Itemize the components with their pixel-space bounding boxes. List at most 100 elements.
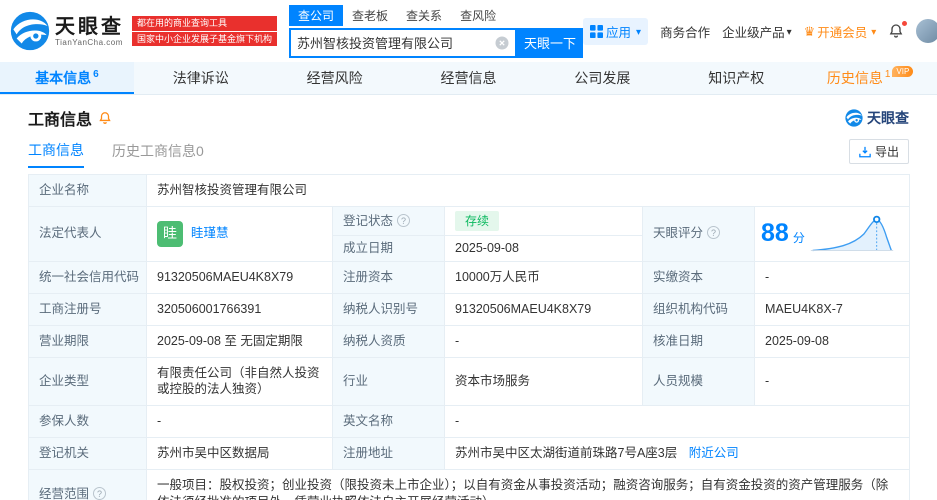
enterprise-products-link[interactable]: 企业级产品 [722, 22, 792, 41]
score-value: 88 分 [754, 205, 910, 262]
reg-capital-label: 注册资本 [332, 260, 445, 294]
search-input[interactable] [297, 35, 496, 50]
company-name-label: 企业名称 [28, 174, 147, 207]
staff-size-label: 人员规模 [642, 356, 755, 407]
vip-membership-link[interactable]: ♛ 开通会员 [804, 22, 877, 41]
table-row-scope: 经营范围 一般项目：股权投资；创业投资（限投资未上市企业）；以自有资金从事投资活… [28, 469, 910, 500]
tab-history-info[interactable]: 历史信息 1 VIP [803, 62, 937, 94]
user-avatar [916, 19, 937, 43]
tab-history-info-count: 1 [884, 68, 891, 80]
logo-title: 天眼查 [55, 15, 124, 38]
tax-qual-label: 纳税人资质 [332, 324, 445, 358]
search-tab-boss[interactable]: 查老板 [343, 5, 397, 26]
tax-id-value: 91320506MAEU4K8X79 [444, 292, 643, 326]
table-row-term: 营业期限 2025-09-08 至 无固定期限 纳税人资质 - 核准日期 202… [28, 324, 910, 358]
english-name-label: 英文名称 [332, 405, 445, 439]
tab-basic-info-count: 6 [93, 68, 99, 80]
legal-rep-link[interactable]: 眭瑾慧 [191, 225, 229, 242]
search-area: 查公司 查老板 查关系 查风险 天眼一下 [289, 4, 584, 58]
tab-company-development-label: 公司发展 [574, 70, 631, 86]
tab-legal-proceedings-label: 法律诉讼 [172, 70, 229, 86]
tab-operational-risk[interactable]: 经营风险 [268, 62, 402, 94]
tab-basic-info[interactable]: 基本信息 6 [0, 62, 134, 94]
chevron-down-icon [785, 24, 792, 38]
establish-date-value: 2025-09-08 [444, 235, 643, 262]
notifications-bell-icon[interactable] [888, 20, 909, 39]
table-row-insured: 参保人数 - 英文名称 - [28, 405, 910, 439]
paid-capital-label: 实缴资本 [642, 260, 755, 294]
tab-business-info[interactable]: 经营信息 [402, 62, 536, 94]
chevron-down-icon [869, 24, 876, 38]
score-distribution-chart [810, 215, 893, 252]
tab-business-info-label: 经营信息 [440, 70, 497, 86]
company-type-value: 有限责任公司（非自然人投资或控股的法人独资） [146, 356, 333, 407]
subtab-history-label: 历史工商信息 [112, 143, 196, 159]
uscc-value: 91320506MAEU4K8X79 [146, 260, 333, 294]
tab-basic-info-label: 基本信息 [35, 70, 92, 86]
tianyancha-watermark-icon [845, 109, 863, 127]
logo-subtitle: TianYanCha.com [55, 37, 123, 47]
score-label: 天眼评分 [642, 205, 755, 262]
tab-intellectual-property[interactable]: 知识产权 [669, 62, 803, 94]
search-tab-relation[interactable]: 查关系 [397, 5, 451, 26]
org-code-value: MAEU4K8X-7 [754, 292, 910, 326]
logo-text-block: 天眼查 TianYanCha.com [55, 16, 124, 47]
term-value: 2025-09-08 至 无固定期限 [146, 324, 333, 358]
topbar-right: 应用 商务合作 企业级产品 ♛ 开通会员 [583, 17, 937, 45]
help-icon[interactable] [707, 226, 721, 240]
search-tabs: 查公司 查老板 查关系 查风险 [289, 4, 583, 26]
table-row-legal-rep-status: 法定代表人 眭 眭瑾慧 登记状态 存续 天眼评分 88 分 [28, 205, 910, 262]
section-title: 工商信息 [28, 112, 93, 129]
tab-history-info-label: 历史信息 [826, 70, 883, 86]
reg-address-label: 注册地址 [332, 437, 445, 471]
section-header: 工商信息 天眼查 [0, 95, 937, 133]
reg-authority-label: 登记机关 [28, 437, 147, 471]
user-menu[interactable]: 费米 [916, 19, 937, 43]
notification-dot [901, 20, 909, 27]
company-type-label: 企业类型 [28, 356, 147, 407]
reg-authority-value: 苏州市吴中区数据局 [146, 437, 333, 471]
insured-count-value: - [146, 405, 333, 439]
nearby-companies-link[interactable]: 附近公司 [689, 446, 739, 460]
subtabs-row: 工商信息 历史工商信息0 导出 [0, 135, 937, 168]
tianyancha-watermark-text: 天眼查 [867, 110, 909, 126]
reg-status-label: 登记状态 [332, 205, 445, 237]
subtab-history-count: 0 [196, 143, 204, 159]
reg-capital-value: 10000万人民币 [444, 260, 643, 294]
help-icon[interactable] [93, 486, 107, 500]
tianyancha-logo[interactable]: 天眼查 TianYanCha.com [10, 11, 124, 51]
subscribe-bell-icon[interactable] [98, 111, 112, 125]
search-tab-company[interactable]: 查公司 [289, 4, 344, 26]
enterprise-products-label: 企业级产品 [722, 25, 785, 40]
business-cooperation-link[interactable]: 商务合作 [660, 22, 710, 41]
table-row-uscc: 统一社会信用代码 91320506MAEU4K8X79 注册资本 10000万人… [28, 260, 910, 294]
company-nav-tabs: 基本信息 6 法律诉讼 经营风险 经营信息 公司发展 知识产权 历史信息 1 V… [0, 62, 937, 95]
help-icon[interactable] [397, 213, 411, 227]
apps-label: 应用 [606, 25, 632, 40]
chevron-down-icon [634, 24, 641, 38]
tianyancha-company-page: 天眼查 TianYanCha.com 都在用的商业查询工具 国家中小企业发展子基… [0, 0, 937, 500]
tab-intellectual-property-label: 知识产权 [708, 70, 765, 86]
tab-company-development[interactable]: 公司发展 [535, 62, 669, 94]
reg-no-label: 工商注册号 [28, 292, 147, 326]
export-button[interactable]: 导出 [848, 139, 909, 164]
table-row-reg-no: 工商注册号 320506001766391 纳税人识别号 91320506MAE… [28, 292, 910, 326]
uscc-label: 统一社会信用代码 [28, 260, 147, 294]
industry-value: 资本市场服务 [444, 356, 643, 407]
clear-search-icon[interactable] [495, 36, 509, 50]
tab-legal-proceedings[interactable]: 法律诉讼 [134, 62, 268, 94]
subtab-business-registration[interactable]: 工商信息 [28, 135, 84, 168]
promo-line-2: 国家中小企业发展子基金旗下机构 [132, 31, 278, 46]
score-number: 88 [761, 219, 789, 248]
apps-menu-button[interactable]: 应用 [583, 17, 649, 45]
reg-address-value: 苏州市吴中区太湖街道前珠路7号A座3层 附近公司 [444, 437, 910, 471]
industry-label: 行业 [332, 356, 445, 407]
search-tab-risk[interactable]: 查风险 [451, 5, 505, 26]
establish-date-label: 成立日期 [332, 235, 445, 262]
business-scope-value: 一般项目：股权投资；创业投资（限投资未上市企业）；以自有资金从事投资活动；融资咨… [146, 469, 910, 500]
org-code-label: 组织机构代码 [642, 292, 755, 326]
tianyancha-watermark: 天眼查 [845, 108, 909, 128]
search-button[interactable]: 天眼一下 [517, 27, 584, 58]
legal-rep-avatar: 眭 [157, 220, 183, 247]
subtab-history-business-registration[interactable]: 历史工商信息0 [112, 136, 204, 167]
